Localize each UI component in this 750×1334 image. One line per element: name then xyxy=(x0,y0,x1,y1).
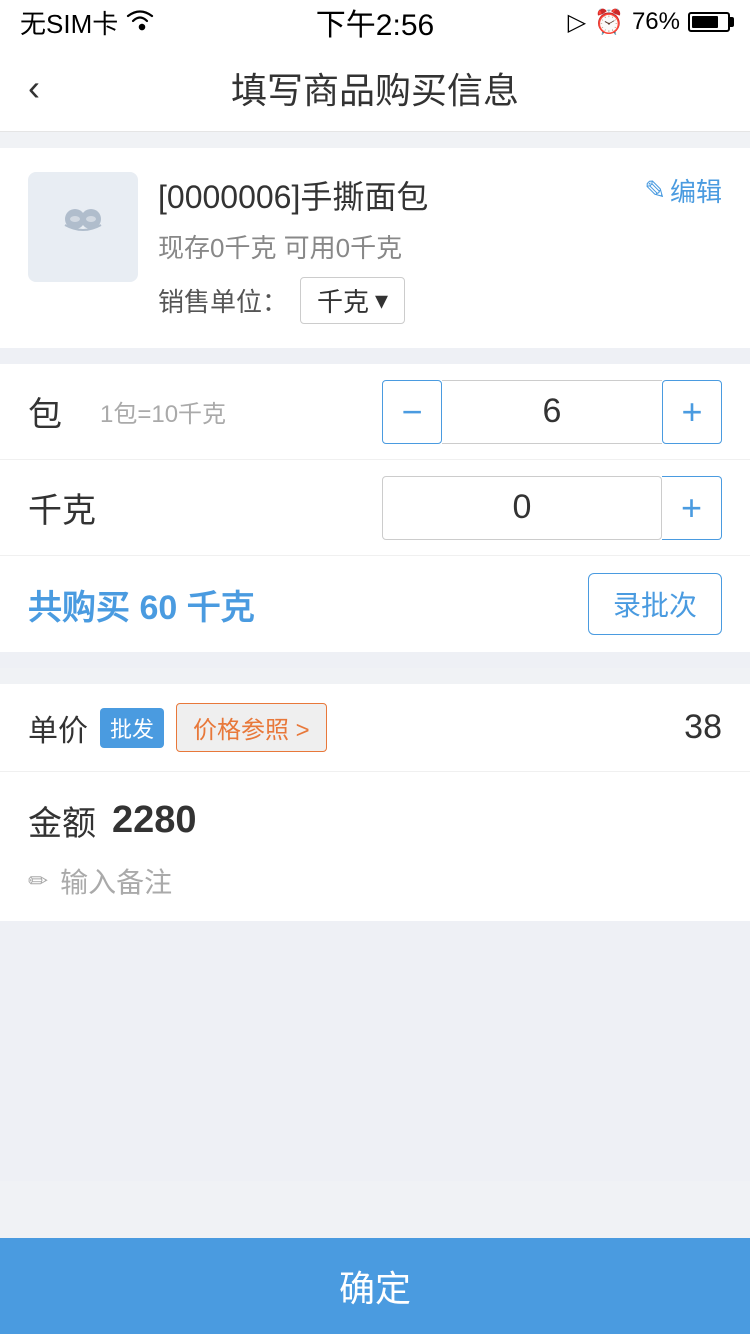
qty-plus-kg-button[interactable]: + xyxy=(662,476,722,540)
edit-label: 编辑 xyxy=(670,172,722,209)
amount-row: 金额 2280 xyxy=(28,796,722,845)
dropdown-icon: ▾ xyxy=(375,285,388,316)
unit-select[interactable]: 千克 ▾ xyxy=(300,277,405,324)
qty-plus-button[interactable]: + xyxy=(662,380,722,444)
price-value: 38 xyxy=(684,708,722,747)
divider-2 xyxy=(0,652,750,668)
back-button[interactable]: ‹ xyxy=(28,67,40,109)
qty-controls-bao: − + xyxy=(382,380,722,444)
wifi-icon xyxy=(126,7,154,38)
qty-label-kg: 千克 xyxy=(28,483,96,532)
amount-label: 金额 xyxy=(28,796,96,845)
edit-icon: ✎ xyxy=(644,175,666,206)
quantity-row-bao: 包 1包=10千克 − + xyxy=(0,364,750,460)
product-name-row: [0000006]手撕面包 ✎ 编辑 xyxy=(158,172,722,218)
quantity-section: 包 1包=10千克 − + 千克 + xyxy=(0,364,750,556)
product-name: [0000006]手撕面包 xyxy=(158,172,644,218)
unit-label: 销售单位： xyxy=(158,282,288,319)
product-info: [0000006]手撕面包 ✎ 编辑 现存0千克 可用0千克 销售单位： 千克 … xyxy=(158,172,722,324)
carrier-label: 无SIM卡 xyxy=(20,4,118,41)
price-tag: 批发 xyxy=(100,708,164,748)
qty-input-kg[interactable] xyxy=(382,476,662,540)
qty-controls-kg: + xyxy=(382,476,722,540)
summary-amount: 60 xyxy=(139,589,186,627)
qty-minus-button[interactable]: − xyxy=(382,380,442,444)
product-unit-row: 销售单位： 千克 ▾ xyxy=(158,277,722,324)
location-icon: ▷ xyxy=(568,8,586,37)
product-thumbnail xyxy=(28,172,138,282)
summary-row: 共购买 60 千克 录批次 xyxy=(0,556,750,652)
amount-section: 金额 2280 ✏ 输入备注 xyxy=(0,772,750,921)
qty-label-bao: 包 xyxy=(28,387,88,436)
status-time: 下午2:56 xyxy=(316,0,434,44)
battery-icon xyxy=(688,12,730,32)
confirm-button[interactable]: 确定 xyxy=(0,1238,750,1334)
content-body xyxy=(0,921,750,1181)
summary-unit: 千克 xyxy=(187,589,255,627)
price-ref-button[interactable]: 价格参照 > xyxy=(176,703,327,752)
battery-pct: 76% xyxy=(632,8,680,36)
edit-button[interactable]: ✎ 编辑 xyxy=(644,172,722,209)
qty-hint-bao: 1包=10千克 xyxy=(100,394,382,429)
summary-prefix: 共购买 xyxy=(28,589,139,627)
price-section: 单价 批发 价格参照 > 38 xyxy=(0,684,750,772)
page-title: 填写商品购买信息 xyxy=(231,62,519,114)
quantity-row-kg: 千克 + xyxy=(0,460,750,556)
alarm-icon: ⏰ xyxy=(594,8,624,37)
status-left: 无SIM卡 xyxy=(20,4,154,41)
divider-1 xyxy=(0,348,750,364)
product-stock: 现存0千克 可用0千克 xyxy=(158,228,722,265)
note-placeholder: 输入备注 xyxy=(60,861,172,901)
product-card: [0000006]手撕面包 ✎ 编辑 现存0千克 可用0千克 销售单位： 千克 … xyxy=(0,148,750,348)
summary-text: 共购买 60 千克 xyxy=(28,580,255,629)
note-row[interactable]: ✏ 输入备注 xyxy=(28,861,722,901)
price-row: 单价 批发 价格参照 > 38 xyxy=(0,684,750,772)
price-label: 单价 xyxy=(28,706,88,750)
amount-value: 2280 xyxy=(112,799,197,842)
batch-button[interactable]: 录批次 xyxy=(588,573,722,635)
nav-bar: ‹ 填写商品购买信息 xyxy=(0,44,750,132)
status-right: ▷ ⏰ 76% xyxy=(568,8,730,37)
pencil-icon: ✏ xyxy=(28,867,48,896)
unit-value: 千克 xyxy=(317,282,369,319)
status-bar: 无SIM卡 下午2:56 ▷ ⏰ 76% xyxy=(0,0,750,44)
qty-input-bao[interactable] xyxy=(442,380,662,444)
